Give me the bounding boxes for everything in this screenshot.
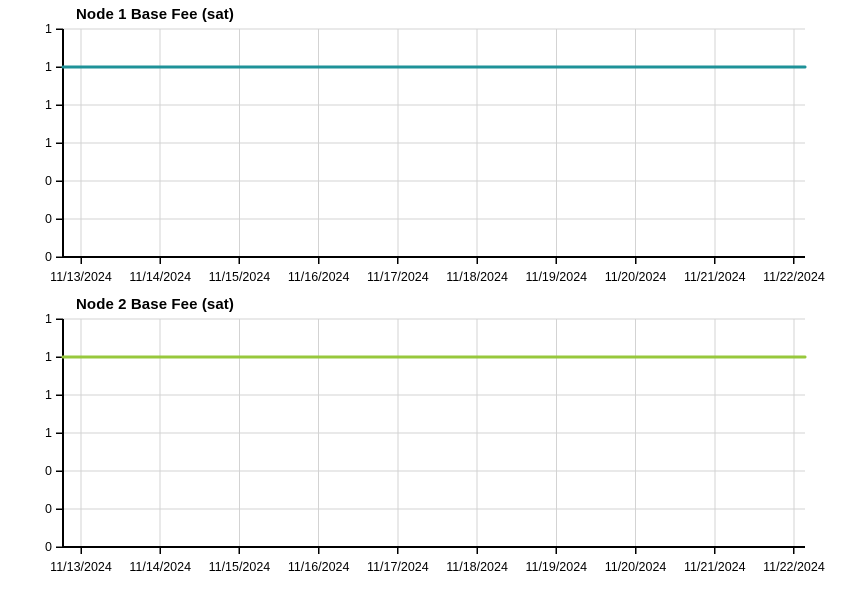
node-2-base-fee-chart: Node 2 Base Fee (sat) 11/13/2024 11/14/20… — [0, 290, 860, 580]
y-tick-label: 1 — [45, 98, 52, 112]
y-tick-label: 1 — [45, 350, 52, 364]
x-tick-label: 11/17/2024 — [367, 270, 429, 284]
y-tick-label: 1 — [45, 22, 52, 36]
y-tick-label: 0 — [45, 540, 52, 554]
node-1-chart-plot: 11/13/2024 11/14/2024 11/15/2024 11/16/2024… — [45, 22, 825, 284]
x-tick-label: 11/21/2024 — [684, 270, 746, 284]
tick-labels: 11/13/2024 11/14/2024 11/15/2024 11/16/2024… — [45, 22, 825, 284]
x-tick-label: 11/18/2024 — [446, 270, 508, 284]
y-tick-label: 1 — [45, 60, 52, 74]
y-tick-label: 0 — [45, 250, 52, 264]
gridlines — [63, 28, 805, 258]
tick-labels: 11/13/2024 11/14/2024 11/15/2024 11/16/2024… — [45, 312, 825, 574]
x-tick-label: 11/22/2024 — [763, 560, 825, 574]
dual-base-fee-charts: Node 1 Base Fee (sat) 11/13/2024 11/14/20… — [0, 0, 860, 600]
y-tick-label: 1 — [45, 136, 52, 150]
x-tick-label: 11/16/2024 — [288, 560, 350, 574]
y-tick-label: 0 — [45, 174, 52, 188]
x-tick-label: 11/16/2024 — [288, 270, 350, 284]
node-2-chart-plot: 11/13/2024 11/14/2024 11/15/2024 11/16/2024… — [45, 312, 825, 574]
y-tick-label: 1 — [45, 388, 52, 402]
node-1-base-fee-chart: Node 1 Base Fee (sat) 11/13/2024 11/14/20… — [0, 0, 860, 290]
x-tick-label: 11/14/2024 — [129, 270, 191, 284]
tick-marks — [56, 318, 795, 554]
x-tick-label: 11/20/2024 — [605, 560, 667, 574]
x-tick-label: 11/19/2024 — [525, 270, 587, 284]
x-tick-label: 11/17/2024 — [367, 560, 429, 574]
x-tick-label: 11/22/2024 — [763, 270, 825, 284]
x-tick-label: 11/21/2024 — [684, 560, 746, 574]
y-tick-label: 0 — [45, 502, 52, 516]
y-tick-label: 1 — [45, 426, 52, 440]
tick-marks — [56, 28, 795, 264]
x-tick-label: 11/15/2024 — [209, 560, 271, 574]
y-tick-label: 0 — [45, 212, 52, 226]
y-tick-label: 1 — [45, 312, 52, 326]
x-tick-label: 11/18/2024 — [446, 560, 508, 574]
y-tick-label: 0 — [45, 464, 52, 478]
x-tick-label: 11/13/2024 — [50, 560, 112, 574]
x-tick-label: 11/19/2024 — [525, 560, 587, 574]
x-tick-label: 11/14/2024 — [129, 560, 191, 574]
x-tick-label: 11/13/2024 — [50, 270, 112, 284]
x-tick-label: 11/15/2024 — [209, 270, 271, 284]
gridlines — [63, 318, 805, 548]
x-tick-label: 11/20/2024 — [605, 270, 667, 284]
